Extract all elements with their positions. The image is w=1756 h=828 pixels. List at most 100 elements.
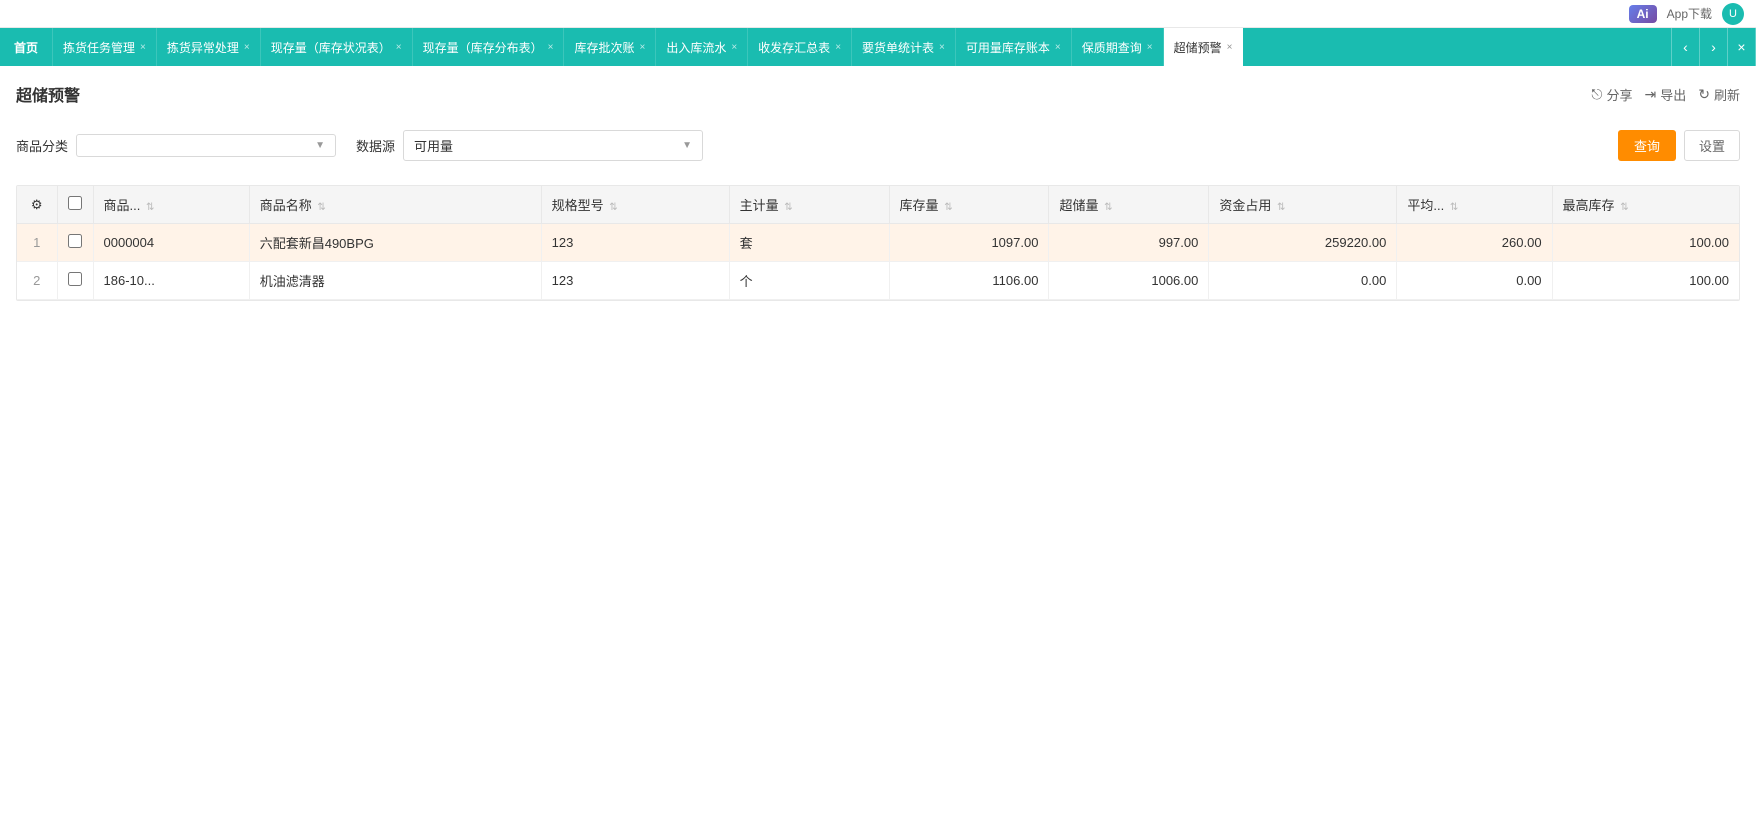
nav-tab-t3[interactable]: 现存量（库存状况表）× [261,28,413,66]
filter-bar: 商品分类 ▼ 数据源 可用量 ▼ 查询 设置 [16,120,1740,171]
row-spec-0: 123 [541,224,729,262]
row-name-0: 六配套新昌490BPG [249,224,541,262]
row-overflow-0: 997.00 [1049,224,1209,262]
col-header-stock[interactable]: 库存量 ⇅ [889,186,1049,224]
row-avg-1: 0.00 [1397,262,1552,300]
nav-tab-label-t4: 现存量（库存分布表） [423,39,543,56]
row-unit-1: 个 [729,262,889,300]
header-actions: ⎋ 分享 ⇥ 导出 ↻ 刷新 [1591,85,1740,104]
row-overflow-1: 1006.00 [1049,262,1209,300]
nav-tab-close-t11[interactable]: × [1227,42,1233,53]
nav-tab-close-t8[interactable]: × [939,42,945,53]
nav-arrow-left[interactable]: ‹ [1672,28,1700,66]
col-header-spec[interactable]: 规格型号 ⇅ [541,186,729,224]
nav-tab-t5[interactable]: 库存批次账× [564,28,656,66]
col-header-overflow[interactable]: 超储量 ⇅ [1049,186,1209,224]
col-label-code: 商品... [104,198,141,213]
row-checkbox-1[interactable] [57,262,93,300]
nav-tab-t10[interactable]: 保质期查询 × [1072,28,1164,66]
nav-tab-close-t5[interactable]: × [639,42,645,53]
nav-tab-t4[interactable]: 现存量（库存分布表） × [413,28,565,66]
refresh-icon: ↻ [1698,86,1710,103]
col-label-avg: 平均... [1407,198,1444,213]
row-stock-1: 1106.00 [889,262,1049,300]
datasource-select[interactable]: 可用量 ▼ [403,130,703,161]
category-select[interactable]: ▼ [76,134,336,157]
nav-tab-t1[interactable]: 拣货任务管理× [53,28,157,66]
nav-tab-label-t10: 保质期查询 [1082,39,1142,56]
nav-tab-t11[interactable]: 超储预警 × [1164,28,1244,66]
nav-tab-close-t9[interactable]: × [1055,42,1061,53]
col-header-maxstock[interactable]: 最高库存 ⇅ [1552,186,1739,224]
row-avg-0: 260.00 [1397,224,1552,262]
settings-button[interactable]: 设置 [1684,130,1740,161]
ai-button[interactable]: Ai [1629,5,1657,23]
col-header-name[interactable]: 商品名称 ⇅ [249,186,541,224]
sort-icon-code: ⇅ [146,202,154,213]
nav-arrow-close[interactable]: × [1728,28,1756,66]
row-name-1: 机油滤清器 [249,262,541,300]
row-code-0: 0000004 [93,224,249,262]
nav-tab-close-t7[interactable]: × [835,42,841,53]
table-container: ⚙ 商品... ⇅ 商品名称 ⇅ 规格型号 ⇅ [16,185,1740,301]
row-num-0: 1 [17,224,57,262]
nav-tab-t6[interactable]: 出入库流水× [656,28,748,66]
nav-tab-label-t2: 拣货异常处理 [167,39,239,56]
nav-tab-close-t10[interactable]: × [1147,42,1153,53]
export-link[interactable]: ⇥ 导出 [1645,85,1687,104]
col-header-checkbox [57,186,93,224]
row-capital-1: 0.00 [1209,262,1397,300]
col-header-settings[interactable]: ⚙ [17,186,57,224]
nav-tab-close-t4[interactable]: × [548,42,554,53]
nav-home[interactable]: 首页 [0,28,53,66]
row-maxstock-1: 100.00 [1552,262,1739,300]
avatar[interactable]: U [1722,3,1744,25]
nav-tab-t2[interactable]: 拣货异常处理 × [157,28,261,66]
page-title: 超储预警 [16,82,80,106]
category-filter: 商品分类 ▼ [16,134,336,157]
col-header-code[interactable]: 商品... ⇅ [93,186,249,224]
nav-tab-close-t2[interactable]: × [244,42,250,53]
sort-icon-spec: ⇅ [609,202,617,213]
col-label-overflow: 超储量 [1059,198,1098,213]
col-label-unit: 主计量 [740,198,779,213]
category-arrow-icon: ▼ [315,140,325,151]
nav-tab-t9[interactable]: 可用量库存账本× [956,28,1072,66]
select-all-checkbox[interactable] [68,196,82,210]
col-header-capital[interactable]: 资金占用 ⇅ [1209,186,1397,224]
nav-tab-close-t6[interactable]: × [731,42,737,53]
nav-arrow-right[interactable]: › [1700,28,1728,66]
row-select-1[interactable] [68,272,82,286]
row-checkbox-0[interactable] [57,224,93,262]
row-spec-1: 123 [541,262,729,300]
app-download-link[interactable]: App下载 [1667,5,1712,22]
nav-tab-t8[interactable]: 要货单统计表× [852,28,956,66]
table-header-row: ⚙ 商品... ⇅ 商品名称 ⇅ 规格型号 ⇅ [17,186,1739,224]
col-label-spec: 规格型号 [552,198,604,213]
nav-tab-label-t11: 超储预警 [1174,39,1222,56]
sort-icon-overflow: ⇅ [1104,202,1112,213]
category-label: 商品分类 [16,136,68,155]
gear-icon: ⚙ [31,197,43,212]
row-select-0[interactable] [68,234,82,248]
share-link[interactable]: ⎋ 分享 [1591,85,1632,104]
sort-icon-stock: ⇅ [944,202,952,213]
col-label-maxstock: 最高库存 [1563,198,1615,213]
nav-bar: 首页 拣货任务管理×拣货异常处理×现存量（库存状况表）×现存量（库存分布表）×库… [0,28,1756,66]
page-container: 超储预警 ⎋ 分享 ⇥ 导出 ↻ 刷新 商品分类 ▼ 数据源 [0,66,1756,828]
query-button[interactable]: 查询 [1618,130,1676,161]
nav-tab-close-t3[interactable]: × [396,42,402,53]
nav-tab-close-t1[interactable]: × [140,42,146,53]
sort-icon-unit: ⇅ [784,202,792,213]
table-row: 2 186-10... 机油滤清器 123 个 1106.00 1006.00 … [17,262,1739,300]
sort-icon-capital: ⇅ [1277,202,1285,213]
col-header-avg[interactable]: 平均... ⇅ [1397,186,1552,224]
nav-tab-t7[interactable]: 收发存汇总表× [748,28,852,66]
export-icon: ⇥ [1645,86,1657,103]
page-header: 超储预警 ⎋ 分享 ⇥ 导出 ↻ 刷新 [16,82,1740,106]
data-table: ⚙ 商品... ⇅ 商品名称 ⇅ 规格型号 ⇅ [17,186,1739,300]
col-header-unit[interactable]: 主计量 ⇅ [729,186,889,224]
refresh-link[interactable]: ↻ 刷新 [1698,85,1740,104]
col-label-name: 商品名称 [260,198,312,213]
filter-buttons: 查询 设置 [1618,130,1740,161]
